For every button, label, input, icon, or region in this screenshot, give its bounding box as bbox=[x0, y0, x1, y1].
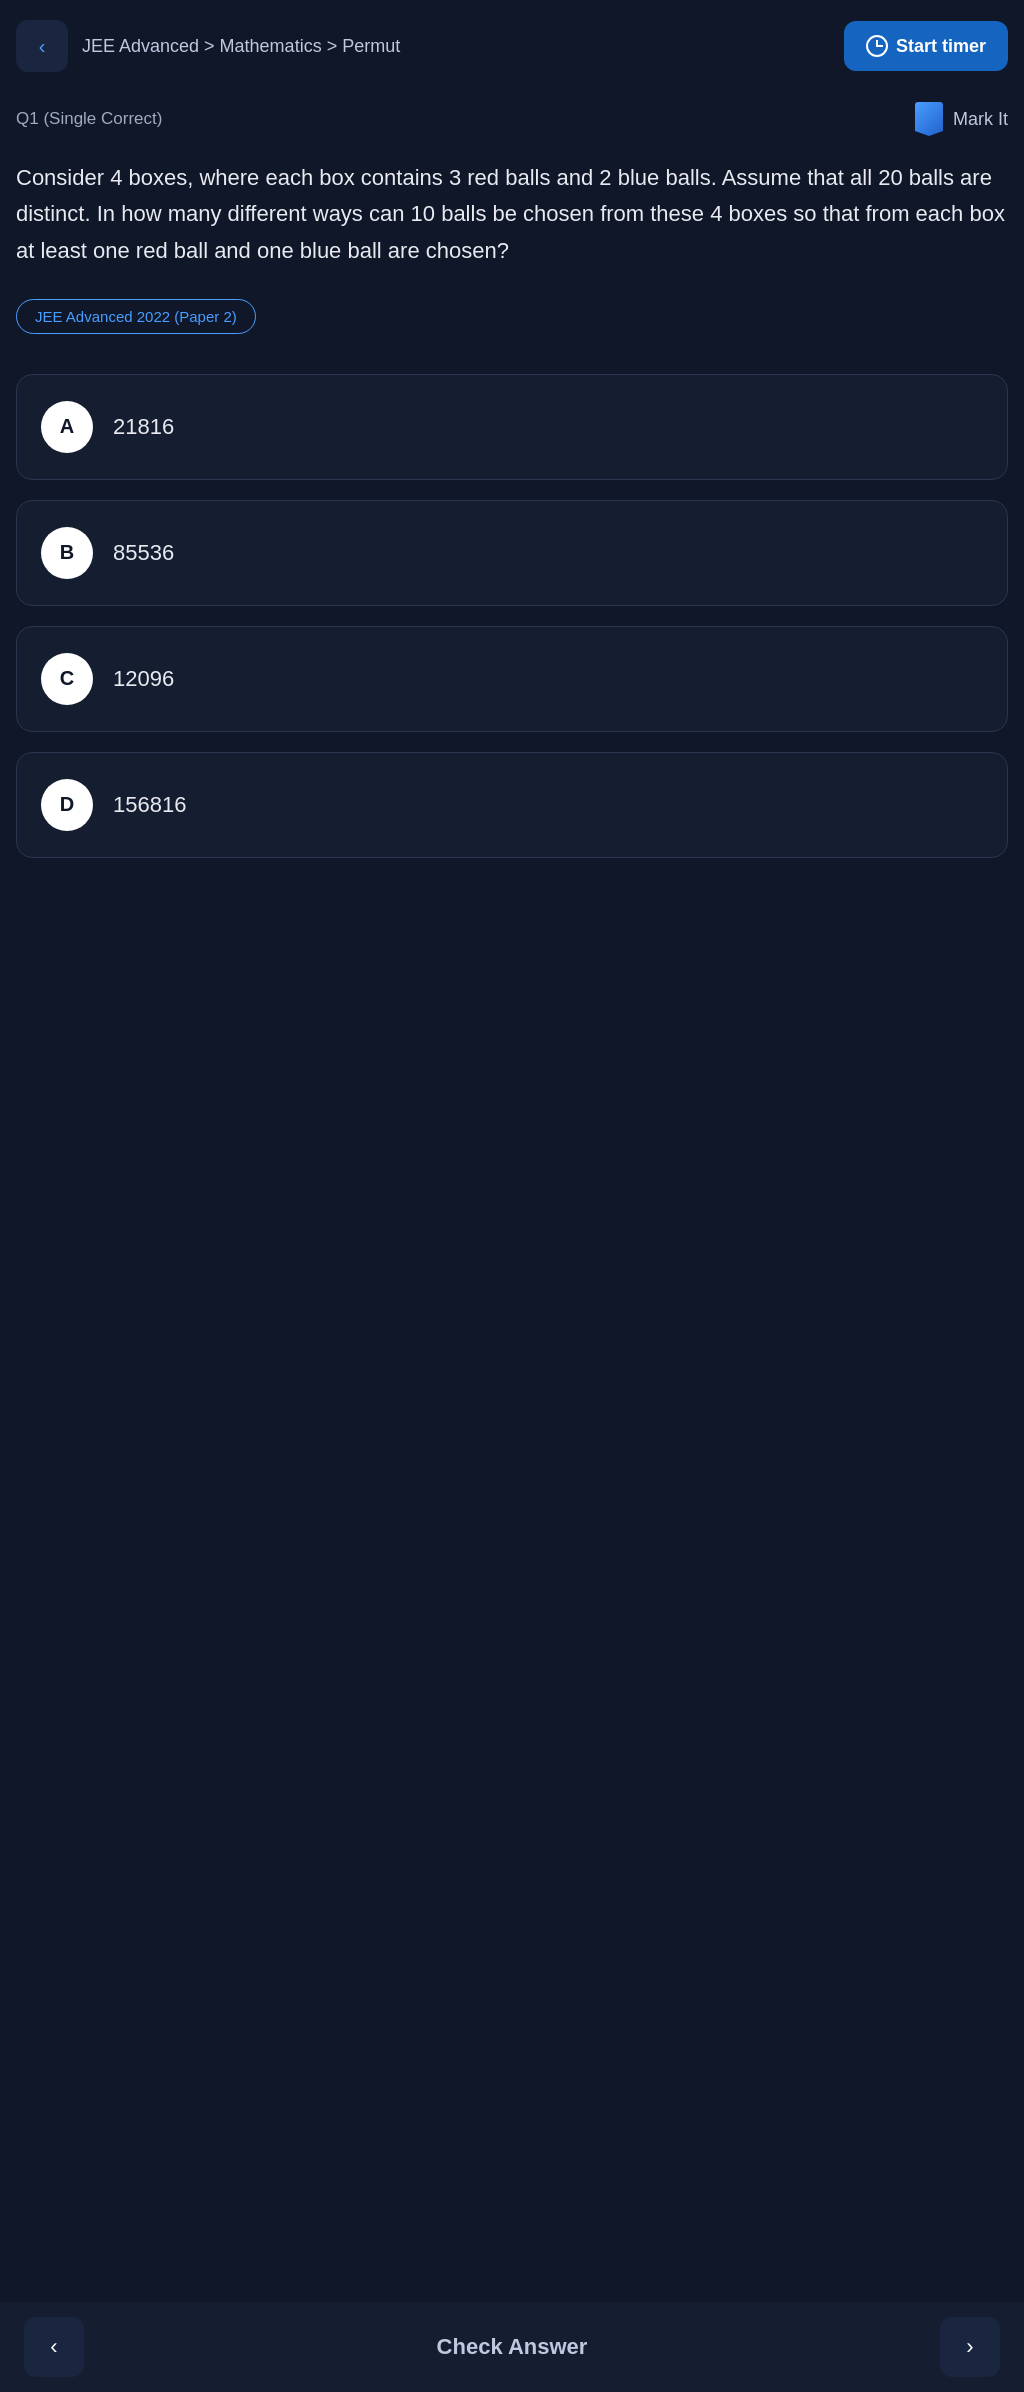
mark-it-button[interactable]: Mark It bbox=[915, 102, 1008, 136]
option-card-b[interactable]: B 85536 bbox=[16, 500, 1008, 606]
option-card-d[interactable]: D 156816 bbox=[16, 752, 1008, 858]
breadcrumb: JEE Advanced > Mathematics > Permut bbox=[82, 36, 400, 57]
next-icon: › bbox=[966, 2334, 973, 2360]
option-card-a[interactable]: A 21816 bbox=[16, 374, 1008, 480]
start-timer-button[interactable]: Start timer bbox=[844, 21, 1008, 71]
option-letter-d: D bbox=[41, 779, 93, 831]
option-value-c: 12096 bbox=[113, 666, 174, 692]
option-value-b: 85536 bbox=[113, 540, 174, 566]
question-meta: Q1 (Single Correct) Mark It bbox=[0, 92, 1024, 152]
mark-it-label: Mark It bbox=[953, 109, 1008, 130]
timer-icon bbox=[866, 35, 888, 57]
prev-icon: ‹ bbox=[50, 2334, 57, 2360]
option-card-c[interactable]: C 12096 bbox=[16, 626, 1008, 732]
header-left: ‹ JEE Advanced > Mathematics > Permut bbox=[16, 20, 400, 72]
option-value-a: 21816 bbox=[113, 414, 174, 440]
question-tag: JEE Advanced 2022 (Paper 2) bbox=[16, 299, 256, 334]
question-type-label: Q1 (Single Correct) bbox=[16, 109, 162, 129]
question-body: Consider 4 boxes, where each box contain… bbox=[0, 152, 1024, 289]
option-letter-b: B bbox=[41, 527, 93, 579]
check-answer-button[interactable]: Check Answer bbox=[84, 2334, 940, 2360]
options-container: A 21816 B 85536 C 12096 D 156816 bbox=[0, 374, 1024, 858]
option-letter-a: A bbox=[41, 401, 93, 453]
back-icon: ‹ bbox=[39, 35, 46, 58]
bottom-spacer bbox=[0, 858, 1024, 968]
back-button[interactable]: ‹ bbox=[16, 20, 68, 72]
bottom-nav: ‹ Check Answer › bbox=[0, 2302, 1024, 2392]
start-timer-label: Start timer bbox=[896, 36, 986, 57]
prev-button[interactable]: ‹ bbox=[24, 2317, 84, 2377]
option-value-d: 156816 bbox=[113, 792, 186, 818]
option-letter-c: C bbox=[41, 653, 93, 705]
next-button[interactable]: › bbox=[940, 2317, 1000, 2377]
header: ‹ JEE Advanced > Mathematics > Permut St… bbox=[0, 0, 1024, 92]
bookmark-icon bbox=[915, 102, 943, 136]
